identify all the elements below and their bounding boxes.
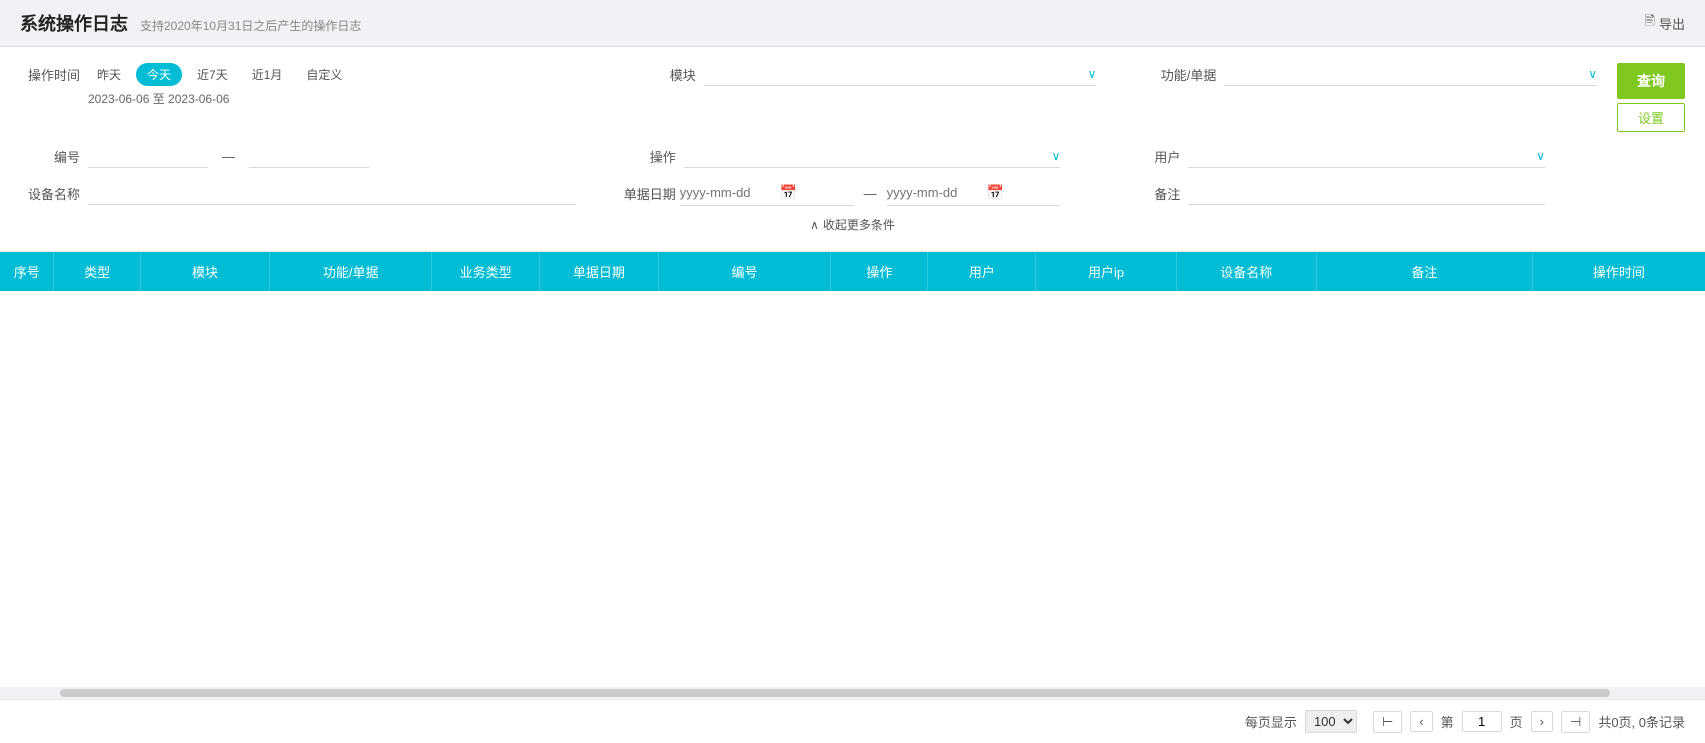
operation-label: 操作 bbox=[616, 147, 676, 166]
device-label: 设备名称 bbox=[20, 184, 80, 203]
pagination-bar: 每页显示 100 10 20 50 ⊢ ‹ 第 页 › ⊣ 共0页, 0条记录 bbox=[0, 699, 1705, 743]
page-unit: 页 bbox=[1510, 712, 1523, 731]
col-device: 设备名称 bbox=[1176, 252, 1316, 291]
time-btn-custom[interactable]: 自定义 bbox=[297, 63, 351, 86]
time-btn-today[interactable]: 今天 bbox=[136, 63, 182, 86]
action-buttons: 查询 设置 bbox=[1617, 63, 1685, 132]
module-select-wrapper[interactable]: ∨ bbox=[704, 63, 1097, 86]
time-btn-7days[interactable]: 近7天 bbox=[188, 63, 237, 86]
export-button[interactable]: 🖹 导出 bbox=[1645, 12, 1685, 34]
page-label: 第 bbox=[1441, 712, 1454, 731]
empty-area bbox=[0, 291, 1705, 571]
number-input-from[interactable] bbox=[88, 144, 208, 168]
page-subtitle: 支持2020年10月31日之后产生的操作日志 bbox=[140, 17, 361, 34]
page-size-select[interactable]: 100 10 20 50 bbox=[1305, 710, 1357, 733]
page-title-area: 系统操作日志 支持2020年10月31日之后产生的操作日志 bbox=[20, 10, 361, 36]
prev-page-button[interactable]: ‹ bbox=[1410, 711, 1432, 732]
col-user-ip: 用户ip bbox=[1036, 252, 1176, 291]
doc-date-start-wrapper[interactable]: 📅 bbox=[680, 180, 854, 206]
operation-select-wrapper[interactable]: ∨ bbox=[684, 145, 1061, 168]
page-summary: 共0页, 0条记录 bbox=[1598, 712, 1685, 731]
time-btn-1month[interactable]: 近1月 bbox=[243, 63, 292, 86]
time-group: 昨天 今天 近7天 近1月 自定义 bbox=[88, 63, 351, 86]
doc-date-end-input[interactable] bbox=[887, 185, 987, 200]
last-page-button[interactable]: ⊣ bbox=[1561, 711, 1590, 733]
operation-chevron-icon: ∨ bbox=[1052, 149, 1061, 163]
time-label: 操作时间 bbox=[20, 65, 80, 84]
function-chevron-icon: ∨ bbox=[1588, 67, 1597, 81]
module-chevron-icon: ∨ bbox=[1088, 67, 1097, 81]
doc-date-dash: — bbox=[858, 186, 883, 201]
user-label: 用户 bbox=[1100, 147, 1180, 166]
settings-button[interactable]: 设置 bbox=[1617, 103, 1685, 132]
first-page-button[interactable]: ⊢ bbox=[1373, 711, 1402, 733]
col-function: 功能/单据 bbox=[270, 252, 432, 291]
number-label: 编号 bbox=[20, 147, 80, 166]
time-range-display: 2023-06-06 至 2023-06-06 bbox=[20, 90, 229, 107]
number-input-to[interactable] bbox=[249, 144, 369, 168]
remark-label: 备注 bbox=[1100, 184, 1180, 203]
col-seq: 序号 bbox=[0, 252, 54, 291]
collapse-up-icon: ∧ bbox=[810, 218, 819, 232]
col-op-time: 操作时间 bbox=[1532, 252, 1705, 291]
col-number: 编号 bbox=[658, 252, 831, 291]
col-doc-date: 单据日期 bbox=[540, 252, 659, 291]
number-dash: — bbox=[216, 149, 241, 164]
collapse-button[interactable]: ∧ 收起更多条件 bbox=[810, 216, 895, 233]
col-biz-type: 业务类型 bbox=[432, 252, 540, 291]
function-label: 功能/单据 bbox=[1136, 65, 1216, 84]
col-type: 类型 bbox=[54, 252, 140, 291]
data-table: 序号 类型 模块 功能/单据 业务类型 单据日期 编号 操作 用户 用户ip 设… bbox=[0, 252, 1705, 291]
collapse-row: ∧ 收起更多条件 bbox=[20, 210, 1685, 241]
table-area: 序号 类型 模块 功能/单据 业务类型 单据日期 编号 操作 用户 用户ip 设… bbox=[0, 252, 1705, 687]
doc-date-start-input[interactable] bbox=[680, 185, 780, 200]
page-number-input[interactable] bbox=[1462, 711, 1502, 732]
table-header-row: 序号 类型 模块 功能/单据 业务类型 单据日期 编号 操作 用户 用户ip 设… bbox=[0, 252, 1705, 291]
remark-input[interactable] bbox=[1188, 181, 1545, 205]
device-input[interactable] bbox=[88, 181, 576, 205]
time-btn-yesterday[interactable]: 昨天 bbox=[88, 63, 130, 86]
filter-area: 操作时间 昨天 今天 近7天 近1月 自定义 2023-06-06 至 2023… bbox=[0, 47, 1705, 252]
user-chevron-icon: ∨ bbox=[1536, 149, 1545, 163]
col-module: 模块 bbox=[140, 252, 269, 291]
doc-date-label: 单据日期 bbox=[616, 184, 676, 203]
doc-date-end-wrapper[interactable]: 📅 bbox=[887, 180, 1061, 206]
col-remark: 备注 bbox=[1316, 252, 1532, 291]
next-page-button[interactable]: › bbox=[1531, 711, 1553, 732]
export-icon: 🖹 bbox=[1645, 12, 1655, 34]
page-size-label: 每页显示 bbox=[1245, 712, 1297, 731]
module-label: 模块 bbox=[636, 65, 696, 84]
col-operation: 操作 bbox=[831, 252, 928, 291]
calendar-end-icon[interactable]: 📅 bbox=[987, 184, 1004, 201]
function-select-wrapper[interactable]: ∨ bbox=[1224, 63, 1597, 86]
scrollbar-area[interactable] bbox=[0, 687, 1705, 699]
col-user: 用户 bbox=[928, 252, 1036, 291]
calendar-start-icon[interactable]: 📅 bbox=[780, 184, 797, 201]
page-title: 系统操作日志 bbox=[20, 10, 128, 36]
user-select-wrapper[interactable]: ∨ bbox=[1188, 145, 1545, 168]
query-button[interactable]: 查询 bbox=[1617, 63, 1685, 99]
scrollbar-thumb[interactable] bbox=[60, 689, 1610, 697]
